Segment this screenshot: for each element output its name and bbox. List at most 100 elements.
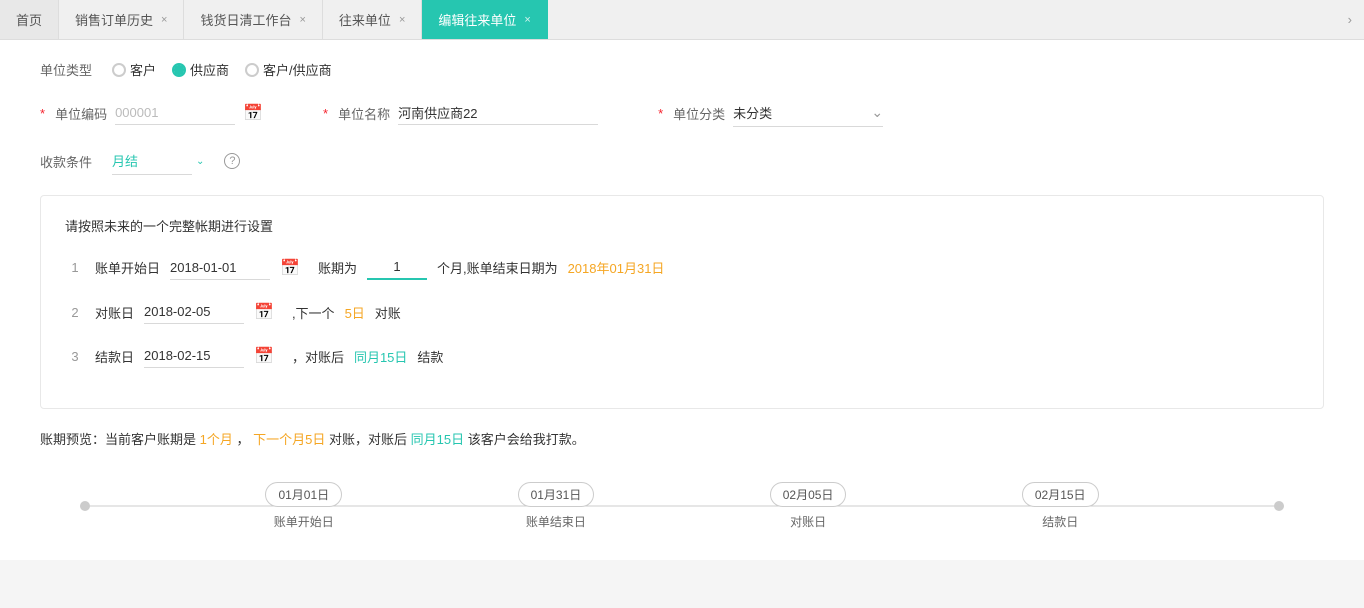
help-icon[interactable]: ? [224,153,240,169]
period-highlight-2: 5日 [345,303,365,322]
help-icon-label: ? [229,155,235,167]
timeline-bubble-0: 01月01日 [265,482,342,507]
period-row-3: 3 结款日 📅 ，对账后 同月15日 结款 [65,344,1299,368]
tab-home[interactable]: 首页 [0,0,59,39]
preview-sep1: ， [237,432,250,447]
period-suffix-pre-3: ，对账后 [292,347,344,366]
payment-terms-row: 收款条件 月结 ⌄ ? [40,147,1324,175]
period-date-1[interactable] [170,256,270,280]
unit-category-select[interactable]: 未分类 ⌄ [733,99,883,127]
preview-part1: 1个月 [200,432,233,447]
period-calendar-3[interactable]: 📅 [254,346,274,366]
unit-category-value: 未分类 [733,103,772,122]
period-settings-box: 请按照未来的一个完整帐期进行设置 1 账单开始日 📅 账期为 个月,账单结束日期… [40,195,1324,409]
unit-code-label: 单位编码 [55,104,107,123]
preview-sep2: 对账，对账后 [329,432,407,447]
period-num-3: 3 [65,349,85,364]
period-month-input[interactable] [367,255,427,280]
tab-cash-work-close[interactable]: × [299,14,305,26]
main-content: 单位类型 客户 供应商 客户/供应商 * 单位编码 📅 * 单位名称 [0,40,1364,560]
tab-sales-history-close[interactable]: × [161,14,167,26]
tab-partner-unit-close[interactable]: × [399,14,405,26]
preview-prefix: 账期预览：当前客户账期是 [40,432,196,447]
preview-text: 账期预览：当前客户账期是 1个月 ， 下一个月5日 对账，对账后 同月15日 该… [40,429,1324,448]
timeline-bubble-1: 01月31日 [518,482,595,507]
tab-sales-history[interactable]: 销售订单历史 × [59,0,184,39]
payment-terms-select-group: 月结 ⌄ [112,147,204,175]
timeline-node-1: 01月31日 账单结束日 [518,482,595,530]
timeline-bubble-3: 02月15日 [1022,482,1099,507]
period-highlight-3: 同月15日 [354,347,407,366]
unit-name-group: * 单位名称 [323,101,598,125]
period-suffix-pre-2: ,下一个 [292,303,335,322]
unit-category-label: 单位分类 [673,104,725,123]
timeline-node-2: 02月05日 对账日 [770,482,847,530]
period-suffix-post-3: 结款 [417,347,443,366]
timeline-items: 01月01日 账单开始日 01月31日 账单结束日 02月05日 对账日 02月… [80,482,1284,530]
tab-bar: 首页 销售订单历史 × 钱货日清工作台 × 往来单位 × 编辑往来单位 × › [0,0,1364,40]
period-label-2: 对账日 [95,303,134,322]
preview-part2: 下一个月5日 [253,432,325,447]
tab-cash-work[interactable]: 钱货日清工作台 × [184,0,322,39]
unit-type-label: 单位类型 [40,60,92,79]
timeline-label-0: 账单开始日 [274,513,334,530]
preview-suffix: 该客户会给我打款。 [468,432,585,447]
period-row-2: 2 对账日 📅 ,下一个 5日 对账 [65,300,1299,324]
timeline-label-1: 账单结束日 [526,513,586,530]
radio-both-circle [245,63,259,77]
tab-expand-button[interactable]: › [1336,0,1364,39]
radio-both[interactable]: 客户/供应商 [245,60,332,79]
unit-type-radio-group: 客户 供应商 客户/供应商 [112,60,332,79]
unit-category-star: * [658,106,663,121]
timeline-dot-start [80,501,90,511]
payment-terms-label: 收款条件 [40,152,92,171]
period-row-1: 1 账单开始日 📅 账期为 个月,账单结束日期为 2018年01月31日 [65,255,1299,280]
unit-type-row: 单位类型 客户 供应商 客户/供应商 [40,60,1324,79]
unit-info-row: * 单位编码 📅 * 单位名称 * 单位分类 未分类 ⌄ [40,99,1324,127]
dropdown-chevron-icon: ⌄ [871,104,883,121]
period-num-1: 1 [65,260,85,275]
radio-supplier[interactable]: 供应商 [172,60,229,79]
unit-name-input[interactable] [398,101,598,125]
timeline-node-3: 02月15日 结款日 [1022,482,1099,530]
period-end-date-1: 2018年01月31日 [568,258,665,277]
unit-name-label: 单位名称 [338,104,390,123]
unit-name-star: * [323,106,328,121]
period-date-3[interactable] [144,344,244,368]
tab-edit-partner-label: 编辑往来单位 [438,10,516,29]
tab-edit-partner-close[interactable]: × [524,14,530,26]
timeline-dot-end [1274,501,1284,511]
radio-both-label: 客户/供应商 [263,60,332,79]
unit-code-group: * 单位编码 📅 [40,101,263,125]
timeline-bubble-2: 02月05日 [770,482,847,507]
period-suffix-pre-1: 账期为 [318,258,357,277]
radio-customer-circle [112,63,126,77]
period-num-2: 2 [65,305,85,320]
radio-customer-label: 客户 [130,60,156,79]
period-title: 请按照未来的一个完整帐期进行设置 [65,216,1299,235]
preview-part3: 同月15日 [411,432,464,447]
tab-edit-partner[interactable]: 编辑往来单位 × [422,0,547,39]
payment-terms-value: 月结 [112,147,192,175]
unit-category-group: * 单位分类 未分类 ⌄ [658,99,883,127]
tab-partner-unit-label: 往来单位 [339,10,391,29]
timeline-label-3: 结款日 [1042,513,1078,530]
period-calendar-2[interactable]: 📅 [254,302,274,322]
calendar-icon[interactable]: 📅 [243,103,263,123]
tab-sales-history-label: 销售订单历史 [75,10,153,29]
period-suffix-post-2: 对账 [375,303,401,322]
payment-terms-chevron[interactable]: ⌄ [196,156,204,167]
tab-cash-work-label: 钱货日清工作台 [200,10,291,29]
radio-customer[interactable]: 客户 [112,60,156,79]
period-date-2[interactable] [144,300,244,324]
unit-code-star: * [40,106,45,121]
timeline-node-0: 01月01日 账单开始日 [265,482,342,530]
unit-code-input[interactable] [115,101,235,125]
tab-partner-unit[interactable]: 往来单位 × [323,0,422,39]
period-label-3: 结款日 [95,347,134,366]
period-calendar-1[interactable]: 📅 [280,258,300,278]
period-suffix-post-1: 个月,账单结束日期为 [437,258,558,277]
tab-home-label: 首页 [16,10,42,29]
chevron-right-icon: › [1348,12,1352,27]
timeline-container: 01月01日 账单开始日 01月31日 账单结束日 02月05日 对账日 02月… [40,472,1324,540]
